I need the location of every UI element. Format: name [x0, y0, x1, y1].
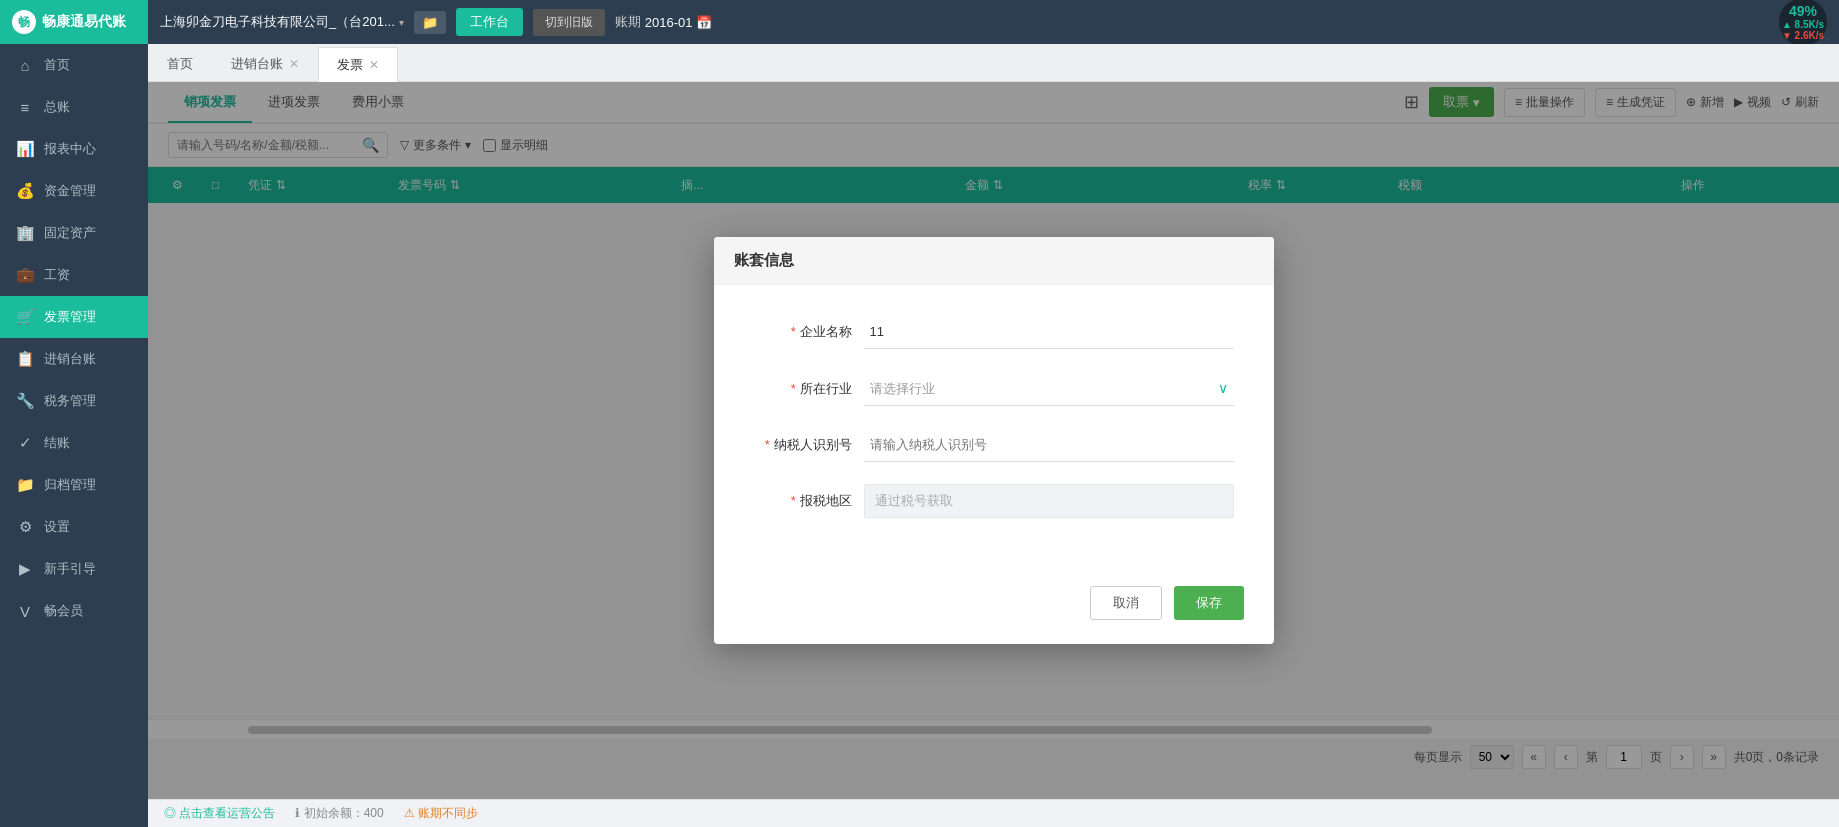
- guide-icon: ▶: [16, 560, 34, 578]
- industry-label: * 所在行业: [754, 380, 864, 398]
- main-area: 上海卯金刀电子科技有限公司_（台201... ▾ 📁 工作台 切到旧版 账期 2…: [148, 0, 1839, 827]
- company-name: 上海卯金刀电子科技有限公司_（台201...: [160, 13, 395, 31]
- sidebar-label-settings: 设置: [44, 518, 70, 536]
- sidebar-label-archive: 归档管理: [44, 476, 96, 494]
- workbench-button[interactable]: 工作台: [456, 8, 523, 36]
- calendar-icon[interactable]: 📅: [696, 15, 712, 30]
- bottom-notice[interactable]: ◎ 点击查看运营公告: [164, 805, 275, 822]
- app-logo: 畅 畅康通易代账: [0, 0, 148, 44]
- tax-id-label: * 纳税人识别号: [754, 436, 864, 454]
- company-chevron: ▾: [399, 17, 404, 28]
- region-label: * 报税地区: [754, 492, 864, 510]
- sidebar: 畅 畅康通易代账 ⌂ 首页 ≡ 总账 📊 报表中心 💰 资金管理 🏢 固定资产 …: [0, 0, 148, 827]
- industry-row: * 所在行业 请选择行业 ∨: [754, 371, 1234, 406]
- ledger-icon: ≡: [16, 99, 34, 116]
- company-name-input[interactable]: [864, 315, 1234, 349]
- sidebar-item-finance[interactable]: 💰 资金管理: [0, 170, 148, 212]
- sidebar-item-checkout[interactable]: ✓ 结账: [0, 422, 148, 464]
- region-display: 通过税号获取: [864, 484, 1234, 518]
- sidebar-item-home[interactable]: ⌂ 首页: [0, 44, 148, 86]
- bottom-bar: ◎ 点击查看运营公告 ℹ 初始余额：400 ⚠ 账期不同步: [148, 799, 1839, 827]
- speed-up: ▲ 8.5K/s: [1782, 19, 1824, 30]
- sidebar-label-assets: 固定资产: [44, 224, 96, 242]
- checkout-icon: ✓: [16, 434, 34, 452]
- invoice-icon: 🛒: [16, 308, 34, 326]
- tax-id-row: * 纳税人识别号: [754, 428, 1234, 462]
- sidebar-item-member[interactable]: V 畅会员: [0, 590, 148, 632]
- member-icon: V: [16, 603, 34, 620]
- tab-sales-ledger[interactable]: 进销台账 ✕: [212, 46, 318, 81]
- sidebar-item-ledger[interactable]: ≡ 总账: [0, 86, 148, 128]
- industry-select[interactable]: 请选择行业: [864, 371, 1234, 405]
- sidebar-item-tax[interactable]: 🔧 税务管理: [0, 380, 148, 422]
- sidebar-label-ledger: 总账: [44, 98, 70, 116]
- salary-icon: 💼: [16, 266, 34, 284]
- company-selector[interactable]: 上海卯金刀电子科技有限公司_（台201... ▾: [160, 13, 404, 31]
- sidebar-item-assets[interactable]: 🏢 固定资产: [0, 212, 148, 254]
- content-area: 销项发票 进项发票 费用小票 ⊞ 取票 ▾ ≡ 批量操作 ≡: [148, 82, 1839, 799]
- tab-sales-label: 进销台账: [231, 55, 283, 73]
- dialog-footer: 取消 保存: [714, 570, 1274, 644]
- tax-id-input[interactable]: [864, 428, 1234, 462]
- home-icon: ⌂: [16, 57, 34, 74]
- sidebar-label-guide: 新手引导: [44, 560, 96, 578]
- dialog-title: 账套信息: [714, 237, 1274, 285]
- sidebar-label-tax: 税务管理: [44, 392, 96, 410]
- reports-icon: 📊: [16, 140, 34, 158]
- tab-invoice-close-icon[interactable]: ✕: [369, 58, 379, 72]
- sidebar-label-finance: 资金管理: [44, 182, 96, 200]
- company-name-label: * 企业名称: [754, 323, 864, 341]
- tab-home-label: 首页: [167, 55, 193, 73]
- sidebar-label-home: 首页: [44, 56, 70, 74]
- tax-icon: 🔧: [16, 392, 34, 410]
- cancel-button[interactable]: 取消: [1090, 586, 1162, 620]
- sidebar-item-guide[interactable]: ▶ 新手引导: [0, 548, 148, 590]
- tab-invoice-label: 发票: [337, 56, 363, 74]
- topbar: 上海卯金刀电子科技有限公司_（台201... ▾ 📁 工作台 切到旧版 账期 2…: [148, 0, 1839, 44]
- tab-sales-close-icon[interactable]: ✕: [289, 57, 299, 71]
- bottom-balance: ℹ 初始余额：400: [295, 805, 383, 822]
- tab-invoice[interactable]: 发票 ✕: [318, 47, 398, 82]
- speed-down: ▼ 2.6K/s: [1782, 30, 1824, 41]
- sidebar-item-settings[interactable]: ⚙ 设置: [0, 506, 148, 548]
- bottom-period-warning: ⚠ 账期不同步: [404, 805, 478, 822]
- company-name-row: * 企业名称: [754, 315, 1234, 349]
- archive-button[interactable]: 📁: [414, 11, 446, 34]
- modal-overlay[interactable]: 账套信息 * 企业名称 * 所在行业: [148, 82, 1839, 799]
- region-row: * 报税地区 通过税号获取: [754, 484, 1234, 518]
- industry-select-wrapper[interactable]: 请选择行业 ∨: [864, 371, 1234, 406]
- save-button[interactable]: 保存: [1174, 586, 1244, 620]
- sidebar-item-archive[interactable]: 📁 归档管理: [0, 464, 148, 506]
- sidebar-label-invoice: 发票管理: [44, 308, 96, 326]
- tab-home[interactable]: 首页: [148, 46, 212, 81]
- app-name: 畅康通易代账: [42, 13, 126, 31]
- sidebar-item-salary[interactable]: 💼 工资: [0, 254, 148, 296]
- period-label: 账期 2016-01 📅: [615, 13, 713, 31]
- old-version-button[interactable]: 切到旧版: [533, 9, 605, 36]
- sidebar-label-salary: 工资: [44, 266, 70, 284]
- sidebar-label-member: 畅会员: [44, 602, 83, 620]
- topbar-right: 49% ▲ 8.5K/s ▼ 2.6K/s: [1779, 0, 1827, 46]
- sales-icon: 📋: [16, 350, 34, 368]
- dialog-body: * 企业名称 * 所在行业 请选择行业: [714, 285, 1274, 570]
- finance-icon: 💰: [16, 182, 34, 200]
- logo-icon: 畅: [12, 10, 36, 34]
- archive-icon: 📁: [16, 476, 34, 494]
- settings-icon: ⚙: [16, 518, 34, 536]
- sidebar-label-sales: 进销台账: [44, 350, 96, 368]
- network-speed: 49% ▲ 8.5K/s ▼ 2.6K/s: [1779, 0, 1827, 46]
- sidebar-label-checkout: 结账: [44, 434, 70, 452]
- sidebar-label-reports: 报表中心: [44, 140, 96, 158]
- sidebar-item-sales[interactable]: 📋 进销台账: [0, 338, 148, 380]
- sidebar-item-reports[interactable]: 📊 报表中心: [0, 128, 148, 170]
- sidebar-item-invoice[interactable]: 🛒 发票管理: [0, 296, 148, 338]
- tabbar: 首页 进销台账 ✕ 发票 ✕: [148, 44, 1839, 82]
- account-info-dialog: 账套信息 * 企业名称 * 所在行业: [714, 237, 1274, 644]
- assets-icon: 🏢: [16, 224, 34, 242]
